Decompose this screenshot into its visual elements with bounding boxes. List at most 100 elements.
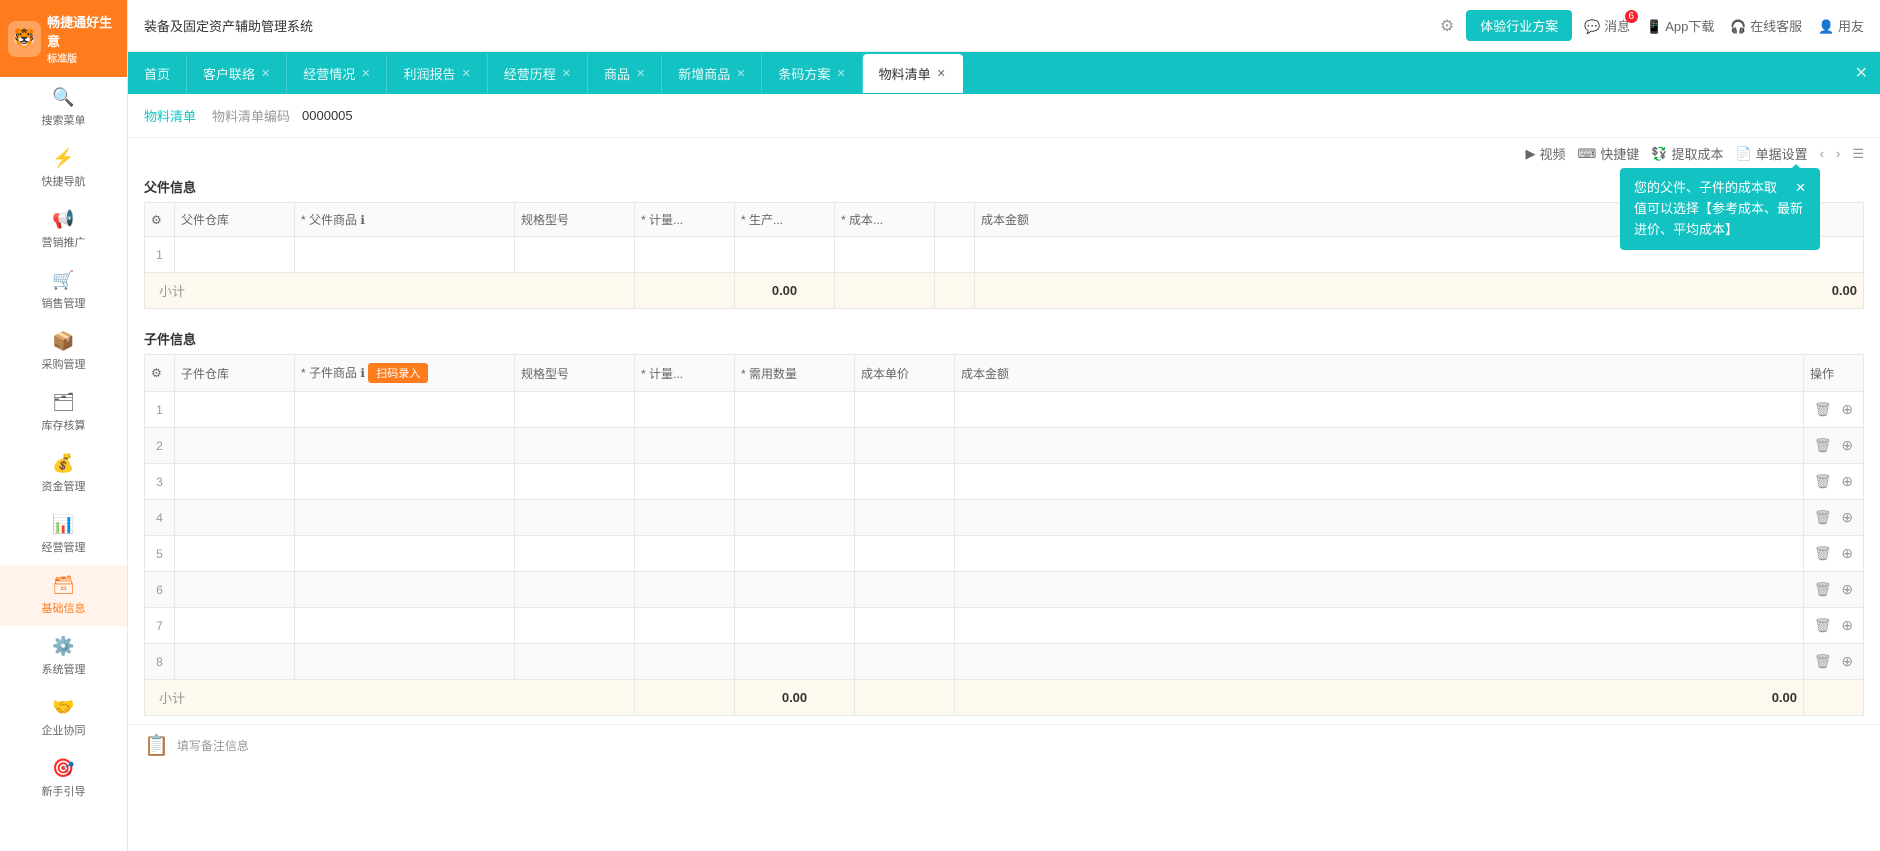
child-row-unit-price[interactable] — [855, 572, 955, 608]
copy-icon[interactable]: ⊕ — [1841, 581, 1853, 597]
child-row-unit-price[interactable] — [855, 464, 955, 500]
shortcut-btn[interactable]: ⌨ 快捷键 — [1577, 144, 1639, 163]
nav-tab-close-icon[interactable]: ✕ — [636, 67, 645, 80]
child-row-unit[interactable] — [635, 500, 735, 536]
nav-tab-利润报告[interactable]: 利润报告✕ — [387, 54, 487, 93]
child-row-unit[interactable] — [635, 428, 735, 464]
child-row-amount[interactable] — [955, 464, 1804, 500]
child-row-unit-price[interactable] — [855, 500, 955, 536]
child-row-quantity[interactable] — [735, 536, 855, 572]
child-row-warehouse[interactable] — [175, 644, 295, 680]
delete-icon[interactable]: 🗑 — [1814, 473, 1832, 489]
child-row-spec[interactable] — [515, 644, 635, 680]
child-row-product[interactable] — [295, 608, 515, 644]
child-row-unit[interactable] — [635, 608, 735, 644]
nav-next-icon[interactable]: › — [1836, 146, 1840, 161]
sidebar-item-sales[interactable]: 🛒销售管理 — [0, 260, 127, 321]
sidebar-item-marketing[interactable]: 📢营销推广 — [0, 199, 127, 260]
copy-icon[interactable]: ⊕ — [1841, 545, 1853, 561]
nav-tab-close-icon[interactable]: ✕ — [261, 67, 270, 80]
child-row-unit-price[interactable] — [855, 644, 955, 680]
sidebar-item-enterprise[interactable]: 🤝企业协同 — [0, 687, 127, 748]
child-row-spec[interactable] — [515, 392, 635, 428]
video-btn[interactable]: ▶ 视频 — [1525, 144, 1565, 163]
sidebar-item-guide[interactable]: 🎯新手引导 — [0, 748, 127, 809]
child-row-quantity[interactable] — [735, 392, 855, 428]
child-row-product[interactable] — [295, 536, 515, 572]
child-row-unit-price[interactable] — [855, 608, 955, 644]
sidebar-item-basic[interactable]: 🗃基础信息 — [0, 565, 127, 626]
child-row-unit-price[interactable] — [855, 536, 955, 572]
delete-icon[interactable]: 🗑 — [1814, 653, 1832, 669]
parent-row-product[interactable] — [295, 237, 515, 273]
delete-icon[interactable]: 🗑 — [1814, 617, 1832, 633]
child-row-warehouse[interactable] — [175, 428, 295, 464]
child-row-warehouse[interactable] — [175, 464, 295, 500]
child-row-unit[interactable] — [635, 572, 735, 608]
tooltip-close-icon[interactable]: ✕ — [1795, 178, 1806, 199]
nav-tab-条码方案[interactable]: 条码方案✕ — [762, 54, 862, 93]
parent-row-warehouse[interactable] — [175, 237, 295, 273]
child-row-unit-price[interactable] — [855, 392, 955, 428]
sidebar-item-purchase[interactable]: 📦采购管理 — [0, 321, 127, 382]
delete-icon[interactable]: 🗑 — [1814, 545, 1832, 561]
child-row-quantity[interactable] — [735, 608, 855, 644]
nav-close-all-btn[interactable]: ✕ — [1843, 63, 1880, 83]
child-row-amount[interactable] — [955, 608, 1804, 644]
nav-tab-商品[interactable]: 商品✕ — [588, 54, 662, 93]
nav-tab-close-icon[interactable]: ✕ — [836, 67, 845, 80]
child-row-spec[interactable] — [515, 572, 635, 608]
copy-icon[interactable]: ⊕ — [1841, 473, 1853, 489]
child-row-unit[interactable] — [635, 464, 735, 500]
child-row-quantity[interactable] — [735, 644, 855, 680]
nav-tab-物料清单[interactable]: 物料清单✕ — [863, 54, 963, 93]
child-row-spec[interactable] — [515, 428, 635, 464]
parent-row-cost[interactable] — [835, 237, 935, 273]
child-row-amount[interactable] — [955, 428, 1804, 464]
sidebar-item-quick-nav[interactable]: ⚡快捷导航 — [0, 138, 127, 199]
child-row-spec[interactable] — [515, 536, 635, 572]
child-row-unit-price[interactable] — [855, 428, 955, 464]
copy-icon[interactable]: ⊕ — [1841, 401, 1853, 417]
nav-tab-新增商品[interactable]: 新增商品✕ — [662, 54, 762, 93]
nav-tab-客户联络[interactable]: 客户联络✕ — [187, 54, 287, 93]
child-row-unit[interactable] — [635, 536, 735, 572]
child-row-spec[interactable] — [515, 500, 635, 536]
child-row-amount[interactable] — [955, 392, 1804, 428]
delete-icon[interactable]: 🗑 — [1814, 581, 1832, 597]
online-service[interactable]: 🎧 在线客服 — [1730, 16, 1802, 35]
sidebar-item-search[interactable]: 🔍搜索菜单 — [0, 77, 127, 138]
child-row-product[interactable] — [295, 428, 515, 464]
child-row-amount[interactable] — [955, 500, 1804, 536]
child-row-spec[interactable] — [515, 608, 635, 644]
child-row-warehouse[interactable] — [175, 536, 295, 572]
breadcrumb-item[interactable]: 物料清单 — [144, 106, 196, 125]
child-row-quantity[interactable] — [735, 428, 855, 464]
child-row-quantity[interactable] — [735, 464, 855, 500]
nav-prev-icon[interactable]: ‹ — [1820, 146, 1824, 161]
settings-icon[interactable]: ⚙ — [1440, 16, 1454, 36]
sidebar-item-operation[interactable]: 📊经营管理 — [0, 504, 127, 565]
nav-tab-close-icon[interactable]: ✕ — [937, 67, 946, 80]
parent-row-produce[interactable] — [735, 237, 835, 273]
child-row-product[interactable] — [295, 644, 515, 680]
parent-row-unit[interactable] — [635, 237, 735, 273]
sidebar-item-inventory[interactable]: 🗂库存核算 — [0, 382, 127, 443]
child-row-quantity[interactable] — [735, 500, 855, 536]
child-row-product[interactable] — [295, 464, 515, 500]
delete-icon[interactable]: 🗑 — [1814, 509, 1832, 525]
nav-tab-close-icon[interactable]: ✕ — [361, 67, 370, 80]
parent-row-spec[interactable] — [515, 237, 635, 273]
child-row-unit[interactable] — [635, 644, 735, 680]
copy-icon[interactable]: ⊕ — [1841, 437, 1853, 453]
user-avatar[interactable]: 👤 用友 — [1818, 16, 1864, 35]
child-row-warehouse[interactable] — [175, 392, 295, 428]
sidebar-item-finance[interactable]: 💰资金管理 — [0, 443, 127, 504]
app-download[interactable]: 📱 App下载 — [1646, 16, 1714, 35]
nav-tab-经营历程[interactable]: 经营历程✕ — [488, 54, 588, 93]
nav-tab-经营情况[interactable]: 经营情况✕ — [287, 54, 387, 93]
child-row-spec[interactable] — [515, 464, 635, 500]
nav-tab-首页[interactable]: 首页 — [128, 54, 187, 93]
menu-icon[interactable]: ☰ — [1852, 146, 1864, 162]
child-row-warehouse[interactable] — [175, 608, 295, 644]
